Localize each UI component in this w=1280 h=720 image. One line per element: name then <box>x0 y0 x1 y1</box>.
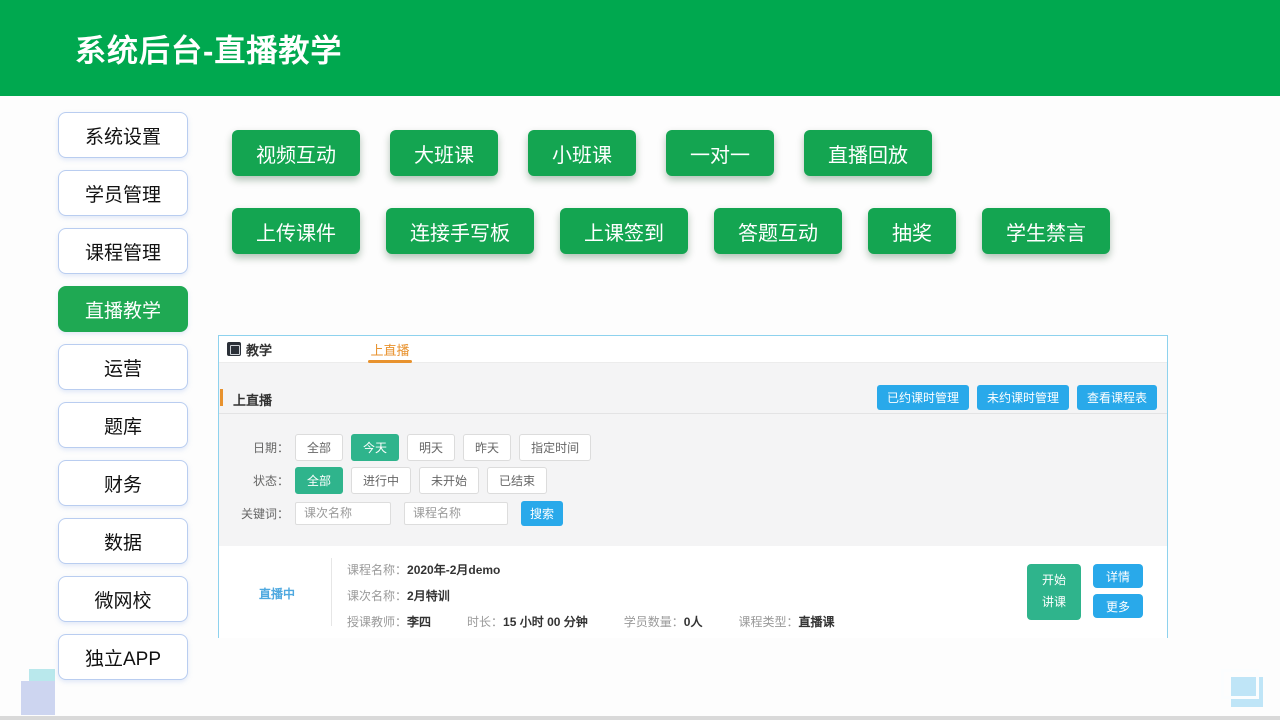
date-pill-all[interactable]: 全部 <box>295 434 343 461</box>
date-filter-label: 日期： <box>219 439 289 456</box>
status-filter-label: 状态： <box>219 472 289 489</box>
feature-lottery[interactable]: 抽奖 <box>868 208 956 254</box>
session-details: 课程名称： 2020年-2月demo 课次名称： 2月特训 授课教师： 李四 时… <box>347 561 834 639</box>
sidebar-item-question-bank[interactable]: 题库 <box>58 402 188 448</box>
sidebar-item-finance[interactable]: 财务 <box>58 460 188 506</box>
sidebar-item-standalone-app[interactable]: 独立APP <box>58 634 188 680</box>
feature-connect-tablet[interactable]: 连接手写板 <box>386 208 534 254</box>
feature-video-interaction[interactable]: 视频互动 <box>232 130 360 176</box>
date-pill-tomorrow[interactable]: 明天 <box>407 434 455 461</box>
feature-upload-courseware[interactable]: 上传课件 <box>232 208 360 254</box>
students-label: 学员数量： <box>624 613 684 630</box>
duration-value: 15 小时 00 分钟 <box>503 613 588 630</box>
teacher-value: 李四 <box>407 613 431 630</box>
course-type-pair: 课程类型： 直播课 <box>738 613 834 630</box>
course-name-label: 课程名称： <box>347 561 407 578</box>
sidebar-item-operations[interactable]: 运营 <box>58 344 188 390</box>
lesson-name-label: 课次名称： <box>347 587 407 604</box>
teacher-pair: 授课教师： 李四 <box>347 613 431 630</box>
students-pair: 学员数量： 0人 <box>624 613 703 630</box>
search-button[interactable]: 搜索 <box>521 501 563 526</box>
course-type-value: 直播课 <box>798 613 834 630</box>
feature-live-replay[interactable]: 直播回放 <box>804 130 932 176</box>
keyword-filter-label: 关键词： <box>219 505 289 522</box>
status-pill-not-started[interactable]: 未开始 <box>419 467 479 494</box>
lesson-name-line: 课次名称： 2月特训 <box>347 587 834 603</box>
section-divider <box>219 413 1167 414</box>
status-pill-all[interactable]: 全部 <box>295 467 343 494</box>
feature-quiz-interaction[interactable]: 答题互动 <box>714 208 842 254</box>
more-button[interactable]: 更多 <box>1093 594 1143 618</box>
session-meta-line: 授课教师： 李四 时长： 15 小时 00 分钟 学员数量： 0人 课程类型： … <box>347 613 834 629</box>
course-name-input[interactable] <box>404 502 508 525</box>
date-filter-pills: 全部 今天 明天 昨天 指定时间 <box>295 434 591 461</box>
page-title: 系统后台-直播教学 <box>75 26 342 71</box>
filter-row-keyword: 关键词： 搜索 <box>219 501 1167 525</box>
panel-tabbar: 教学 上直播 <box>219 336 1167 363</box>
row-divider <box>331 558 332 626</box>
view-timetable-button[interactable]: 查看课程表 <box>1077 385 1157 410</box>
date-pill-custom[interactable]: 指定时间 <box>519 434 591 461</box>
start-teaching-button[interactable]: 开始讲课 <box>1027 564 1081 620</box>
decor-square-lavender <box>21 681 55 715</box>
feature-mute-students[interactable]: 学生禁言 <box>982 208 1110 254</box>
teacher-label: 授课教师： <box>347 613 407 630</box>
lesson-name-value: 2月特训 <box>407 587 450 604</box>
booked-lessons-button[interactable]: 已约课时管理 <box>877 385 969 410</box>
decor-square-outline <box>1221 669 1259 699</box>
course-name-value: 2020年-2月demo <box>407 561 500 578</box>
status-pill-ongoing[interactable]: 进行中 <box>351 467 411 494</box>
sidebar-item-data[interactable]: 数据 <box>58 518 188 564</box>
date-pill-today[interactable]: 今天 <box>351 434 399 461</box>
live-status-badge: 直播中 <box>259 585 295 602</box>
feature-row-1: 视频互动 大班课 小班课 一对一 直播回放 <box>232 130 1110 176</box>
sidebar-item-micro-school[interactable]: 微网校 <box>58 576 188 622</box>
sidebar-item-live-teaching[interactable]: 直播教学 <box>58 286 188 332</box>
app-logo-icon <box>227 342 241 356</box>
sidebar-item-course-management[interactable]: 课程管理 <box>58 228 188 274</box>
date-pill-yesterday[interactable]: 昨天 <box>463 434 511 461</box>
filter-row-date: 日期： 全部 今天 明天 昨天 指定时间 <box>219 435 1167 459</box>
panel-brand-label: 教学 <box>246 340 272 359</box>
students-value: 0人 <box>684 613 703 630</box>
course-name-line: 课程名称： 2020年-2月demo <box>347 561 834 577</box>
duration-pair: 时长： 15 小时 00 分钟 <box>467 613 588 630</box>
page-header: 系统后台-直播教学 <box>0 0 1280 96</box>
feature-class-checkin[interactable]: 上课签到 <box>560 208 688 254</box>
lesson-name-input[interactable] <box>295 502 391 525</box>
duration-label: 时长： <box>467 613 503 630</box>
feature-large-class[interactable]: 大班课 <box>390 130 498 176</box>
status-filter-pills: 全部 进行中 未开始 已结束 <box>295 467 547 494</box>
sidebar-item-student-management[interactable]: 学员管理 <box>58 170 188 216</box>
course-type-label: 课程类型： <box>738 613 798 630</box>
panel-brand: 教学 <box>227 340 272 359</box>
sidebar: 系统设置 学员管理 课程管理 直播教学 运营 题库 财务 数据 微网校 独立AP… <box>58 112 188 680</box>
section-header: 上直播 已约课时管理 未约课时管理 查看课程表 <box>219 383 1167 413</box>
feature-small-class[interactable]: 小班课 <box>528 130 636 176</box>
detail-button[interactable]: 详情 <box>1093 564 1143 588</box>
unbooked-lessons-button[interactable]: 未约课时管理 <box>977 385 1069 410</box>
feature-one-on-one[interactable]: 一对一 <box>666 130 774 176</box>
section-accent-bar <box>220 389 223 406</box>
sidebar-item-system-settings[interactable]: 系统设置 <box>58 112 188 158</box>
status-pill-finished[interactable]: 已结束 <box>487 467 547 494</box>
admin-panel: 教学 上直播 上直播 已约课时管理 未约课时管理 查看课程表 日期： 全部 今天… <box>218 335 1168 638</box>
section-actions: 已约课时管理 未约课时管理 查看课程表 <box>877 385 1157 410</box>
live-session-row: 直播中 课程名称： 2020年-2月demo 课次名称： 2月特训 授课教师： … <box>219 546 1167 638</box>
feature-row-2: 上传课件 连接手写板 上课签到 答题互动 抽奖 学生禁言 <box>232 208 1110 254</box>
section-title: 上直播 <box>233 390 272 409</box>
bottom-edge-strip <box>0 716 1280 720</box>
feature-buttons: 视频互动 大班课 小班课 一对一 直播回放 上传课件 连接手写板 上课签到 答题… <box>232 130 1110 286</box>
tab-go-live[interactable]: 上直播 <box>359 336 421 362</box>
filters: 日期： 全部 今天 明天 昨天 指定时间 状态： 全部 进行中 未开始 已结束 … <box>219 435 1167 534</box>
filter-row-status: 状态： 全部 进行中 未开始 已结束 <box>219 468 1167 492</box>
